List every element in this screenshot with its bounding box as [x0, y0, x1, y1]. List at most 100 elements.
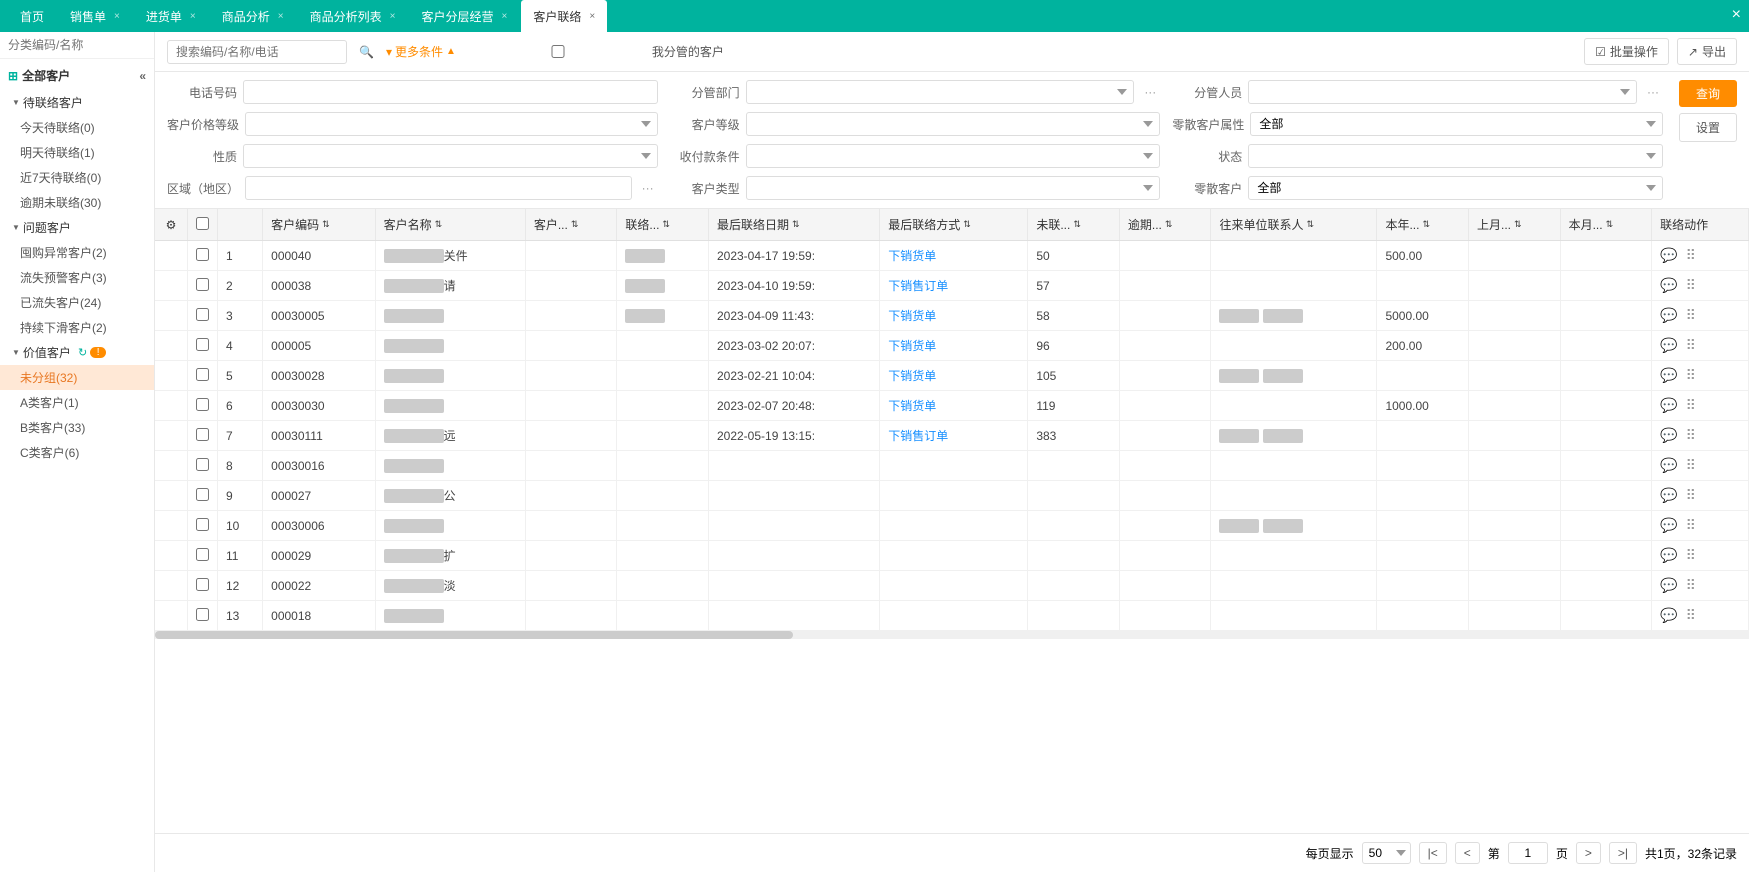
window-close-button[interactable]: ×	[1732, 6, 1741, 24]
row-select-checkbox[interactable]	[196, 488, 209, 501]
row-select-checkbox[interactable]	[196, 278, 209, 291]
nav-sales-order[interactable]: 销售单 ×	[58, 0, 132, 32]
next-page-button[interactable]: >	[1576, 842, 1601, 864]
col-this-year[interactable]: 本年...⇅	[1377, 209, 1469, 241]
menu-icon[interactable]: ⠿	[1686, 307, 1696, 324]
menu-icon[interactable]: ⠿	[1686, 337, 1696, 354]
sidebar-item-class-a[interactable]: A类客户(1)	[0, 390, 154, 415]
chat-icon[interactable]: 💬	[1660, 487, 1677, 504]
nav-product-analysis-list[interactable]: 商品分析列表 ×	[298, 0, 408, 32]
menu-icon[interactable]: ⠿	[1686, 427, 1696, 444]
retail-attr-select[interactable]: 全部	[1250, 112, 1663, 136]
menu-icon[interactable]: ⠿	[1686, 547, 1696, 564]
search-input[interactable]	[167, 40, 347, 64]
row-select-checkbox[interactable]	[196, 368, 209, 381]
chat-icon[interactable]: 💬	[1660, 277, 1677, 294]
chat-icon[interactable]: 💬	[1660, 367, 1677, 384]
manager-select[interactable]	[1248, 80, 1637, 104]
row-select-checkbox[interactable]	[196, 248, 209, 261]
last-method-link[interactable]: 下销货单	[888, 339, 936, 353]
chat-icon[interactable]: 💬	[1660, 457, 1677, 474]
col-company-contact[interactable]: 往来单位联系人⇅	[1211, 209, 1377, 241]
price-level-select[interactable]	[245, 112, 658, 136]
status-select[interactable]	[1248, 144, 1663, 168]
sidebar-group-value-header[interactable]: ▼ 价值客户 ↻ !	[0, 340, 154, 365]
query-button[interactable]: 查询	[1679, 80, 1737, 107]
last-method-link[interactable]: 下销货单	[888, 249, 936, 263]
sidebar-item-ungrouped[interactable]: 未分组(32)	[0, 365, 154, 390]
sidebar-item-declining[interactable]: 持续下滑客户(2)	[0, 315, 154, 340]
gender-select[interactable]	[243, 144, 658, 168]
col-overdue[interactable]: 逾期...⇅	[1119, 209, 1211, 241]
retail-customer-select[interactable]: 全部	[1248, 176, 1663, 200]
nav-product-analysis-list-close[interactable]: ×	[390, 11, 396, 22]
region-more-icon[interactable]: ···	[638, 181, 658, 195]
nav-customer-tier-close[interactable]: ×	[501, 11, 507, 22]
scrollbar-thumb[interactable]	[155, 631, 793, 639]
col-last-method[interactable]: 最后联络方式⇅	[880, 209, 1028, 241]
col-code[interactable]: 客户编码⇅	[263, 209, 375, 241]
nav-purchase-order[interactable]: 进货单 ×	[134, 0, 208, 32]
refresh-icon[interactable]: ↻	[78, 346, 87, 359]
nav-product-analysis-close[interactable]: ×	[278, 11, 284, 22]
menu-icon[interactable]: ⠿	[1686, 517, 1696, 534]
last-page-button[interactable]: >|	[1609, 842, 1637, 864]
row-checkbox[interactable]	[188, 361, 218, 391]
chat-icon[interactable]: 💬	[1660, 427, 1677, 444]
menu-icon[interactable]: ⠿	[1686, 457, 1696, 474]
sidebar-item-lost[interactable]: 已流失客户(24)	[0, 290, 154, 315]
nav-sales-order-close[interactable]: ×	[114, 11, 120, 22]
row-checkbox[interactable]	[188, 331, 218, 361]
row-checkbox[interactable]	[188, 271, 218, 301]
row-checkbox[interactable]	[188, 301, 218, 331]
payment-select[interactable]	[746, 144, 1161, 168]
sidebar-item-overdue[interactable]: 逾期未联络(30)	[0, 190, 154, 215]
last-method-link[interactable]: 下销售订单	[888, 279, 948, 293]
menu-icon[interactable]: ⠿	[1686, 577, 1696, 594]
chat-icon[interactable]: 💬	[1660, 397, 1677, 414]
export-button[interactable]: ↗ 导出	[1677, 38, 1737, 65]
sidebar-all-customers-header[interactable]: ⊞ 全部客户 «	[0, 61, 154, 90]
prev-page-button[interactable]: <	[1455, 842, 1480, 864]
phone-input[interactable]	[243, 80, 658, 104]
col-type[interactable]: 客户...⇅	[525, 209, 617, 241]
menu-icon[interactable]: ⠿	[1686, 607, 1696, 624]
horizontal-scrollbar[interactable]	[155, 631, 1749, 639]
col-name[interactable]: 客户名称⇅	[375, 209, 525, 241]
nav-customer-contact-close[interactable]: ×	[589, 11, 595, 22]
row-checkbox[interactable]	[188, 511, 218, 541]
row-select-checkbox[interactable]	[196, 608, 209, 621]
sidebar-collapse-icon[interactable]: «	[139, 69, 146, 83]
menu-icon[interactable]: ⠿	[1686, 277, 1696, 294]
row-select-checkbox[interactable]	[196, 398, 209, 411]
sidebar-item-tomorrow[interactable]: 明天待联络(1)	[0, 140, 154, 165]
sidebar-item-churn-warning[interactable]: 流失预警客户(3)	[0, 265, 154, 290]
sidebar-item-abnormal[interactable]: 囤购异常客户(2)	[0, 240, 154, 265]
dept-more-icon[interactable]: ···	[1140, 85, 1160, 99]
sidebar-search-input[interactable]	[8, 38, 155, 52]
chat-icon[interactable]: 💬	[1660, 607, 1677, 624]
row-select-checkbox[interactable]	[196, 548, 209, 561]
region-input[interactable]	[245, 176, 632, 200]
sidebar-item-7days[interactable]: 近7天待联络(0)	[0, 165, 154, 190]
last-method-link[interactable]: 下销货单	[888, 399, 936, 413]
batch-ops-button[interactable]: ☑ 批量操作	[1584, 38, 1669, 65]
col-uncontacted[interactable]: 未联...⇅	[1028, 209, 1120, 241]
menu-icon[interactable]: ⠿	[1686, 397, 1696, 414]
row-select-checkbox[interactable]	[196, 338, 209, 351]
nav-home[interactable]: 首页	[8, 0, 56, 32]
more-conditions-button[interactable]: ▾ 更多条件 ▲	[386, 43, 456, 60]
menu-icon[interactable]: ⠿	[1686, 367, 1696, 384]
row-select-checkbox[interactable]	[196, 578, 209, 591]
sidebar-item-class-c[interactable]: C类客户(6)	[0, 440, 154, 465]
reset-button[interactable]: 设置	[1679, 113, 1737, 142]
row-select-checkbox[interactable]	[196, 458, 209, 471]
first-page-button[interactable]: |<	[1419, 842, 1447, 864]
menu-icon[interactable]: ⠿	[1686, 247, 1696, 264]
row-checkbox[interactable]	[188, 481, 218, 511]
page-number-input[interactable]	[1508, 842, 1548, 864]
manager-more-icon[interactable]: ···	[1643, 85, 1663, 99]
row-select-checkbox[interactable]	[196, 308, 209, 321]
sidebar-group-pending-header[interactable]: ▼ 待联络客户	[0, 90, 154, 115]
row-checkbox[interactable]	[188, 391, 218, 421]
